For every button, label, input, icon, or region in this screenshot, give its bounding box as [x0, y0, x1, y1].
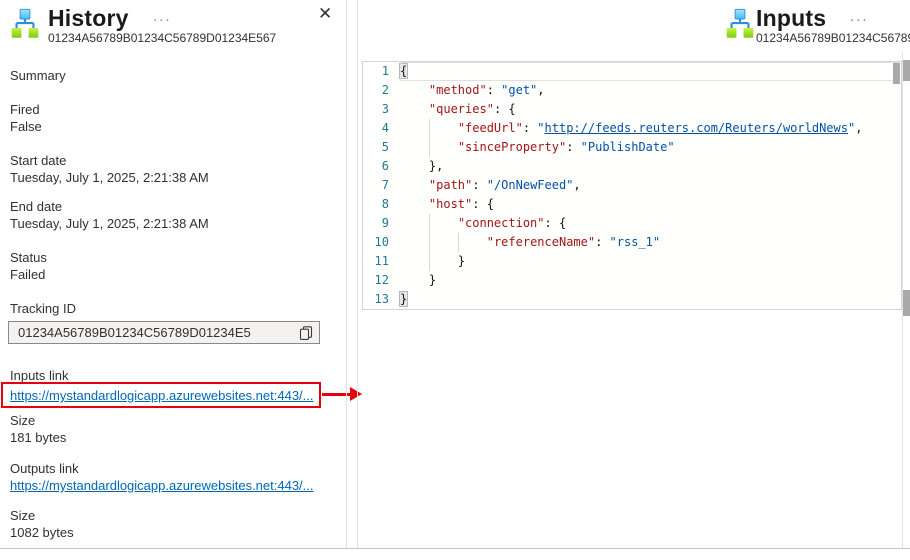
inputs-more-menu-button[interactable]: ...: [850, 8, 869, 25]
history-close-icon[interactable]: ✕: [318, 4, 332, 24]
code-line-10[interactable]: 10 "referenceName": "rss_1": [363, 233, 901, 252]
editor-scrollbar-thumb[interactable]: [893, 63, 900, 84]
left-panel-divider: [346, 0, 347, 548]
window-bottom-border: [0, 548, 910, 549]
fired-value: False: [10, 119, 42, 134]
code-line-12[interactable]: 12 }: [363, 271, 901, 290]
code-line-2[interactable]: 2 "method": "get",: [363, 81, 901, 100]
line-number: 7: [381, 178, 389, 192]
line-number: 2: [381, 83, 389, 97]
inputs-panel-header: Inputs ... 01234A56789B01234C56789D01234…: [358, 0, 910, 52]
outputs-link[interactable]: https://mystandardlogicapp.azurewebsites…: [10, 478, 314, 493]
end-date-label: End date: [10, 199, 63, 214]
panel-scrollbar-thumb-top[interactable]: [903, 60, 910, 81]
history-panel-header: History ... 01234A56789B01234C56789D0123…: [0, 0, 346, 52]
line-number: 10: [374, 235, 389, 249]
line-number: 12: [374, 273, 389, 287]
start-date-label: Start date: [10, 153, 67, 168]
code-line-11[interactable]: 11 }: [363, 252, 901, 271]
summary-label: Summary: [10, 68, 66, 83]
code-line-13[interactable]: 13}: [363, 290, 901, 309]
line-number: 1: [381, 64, 389, 78]
line-number: 5: [381, 140, 389, 154]
outputs-link-label: Outputs link: [10, 461, 79, 476]
code-line-7[interactable]: 7 "path": "/OnNewFeed",: [363, 176, 901, 195]
status-label: Status: [10, 250, 47, 265]
code-line-4[interactable]: 4 "feedUrl": "http://feeds.reuters.com/R…: [363, 119, 901, 138]
status-value: Failed: [10, 267, 46, 282]
outputs-size-label: Size: [10, 508, 36, 523]
line-number: 13: [374, 292, 389, 306]
tracking-id-value: 01234A56789B01234C56789D01234E5: [18, 325, 251, 340]
json-code-editor[interactable]: 1{2 "method": "get", 3 "queries": {4 "fee…: [362, 61, 902, 310]
page-title-history: History: [48, 5, 129, 31]
inputs-size-value: 181 bytes: [10, 430, 67, 445]
code-line-5[interactable]: 5 "sinceProperty": "PublishDate": [363, 138, 901, 157]
logic-app-icon: [11, 8, 39, 38]
history-run-id: 01234A56789B01234C56789D01234E567: [48, 31, 277, 45]
line-number: 9: [381, 216, 389, 230]
outputs-size-value: 1082 bytes: [10, 525, 74, 540]
code-line-9[interactable]: 9 "connection": {: [363, 214, 901, 233]
annotation-highlight-box: [1, 382, 321, 408]
panel-divider: [357, 0, 358, 548]
start-date-value: Tuesday, July 1, 2025, 2:21:38 AM: [10, 170, 209, 185]
copy-button[interactable]: [293, 322, 319, 343]
line-number: 6: [381, 159, 389, 173]
code-line-1[interactable]: 1{: [363, 62, 901, 81]
line-number: 8: [381, 197, 389, 211]
page-title-inputs: Inputs: [756, 5, 827, 31]
inputs-link-label: Inputs link: [10, 368, 69, 383]
code-line-3[interactable]: 3 "queries": {: [363, 100, 901, 119]
code-line-8[interactable]: 8 "host": {: [363, 195, 901, 214]
code-line-6[interactable]: 6 },: [363, 157, 901, 176]
history-more-menu-button[interactable]: ...: [153, 8, 172, 25]
inputs-run-id: 01234A56789B01234C56789D01234E567: [756, 31, 910, 45]
annotation-arrow-head: [350, 387, 362, 401]
line-number: 11: [374, 254, 389, 268]
line-number: 3: [381, 102, 389, 116]
code-lines: 1{2 "method": "get", 3 "queries": {4 "fee…: [363, 62, 901, 309]
end-date-value: Tuesday, July 1, 2025, 2:21:38 AM: [10, 216, 209, 231]
tracking-id-label: Tracking ID: [10, 301, 76, 316]
fired-label: Fired: [10, 102, 40, 117]
logic-app-icon: [726, 8, 754, 38]
tracking-id-field: 01234A56789B01234C56789D01234E5: [8, 321, 320, 344]
inputs-size-label: Size: [10, 413, 36, 428]
panel-scrollbar-thumb[interactable]: [903, 290, 910, 316]
copy-icon: [299, 325, 313, 340]
line-number: 4: [381, 121, 389, 135]
logic-app-run-details-window: History ... 01234A56789B01234C56789D0123…: [0, 0, 910, 560]
